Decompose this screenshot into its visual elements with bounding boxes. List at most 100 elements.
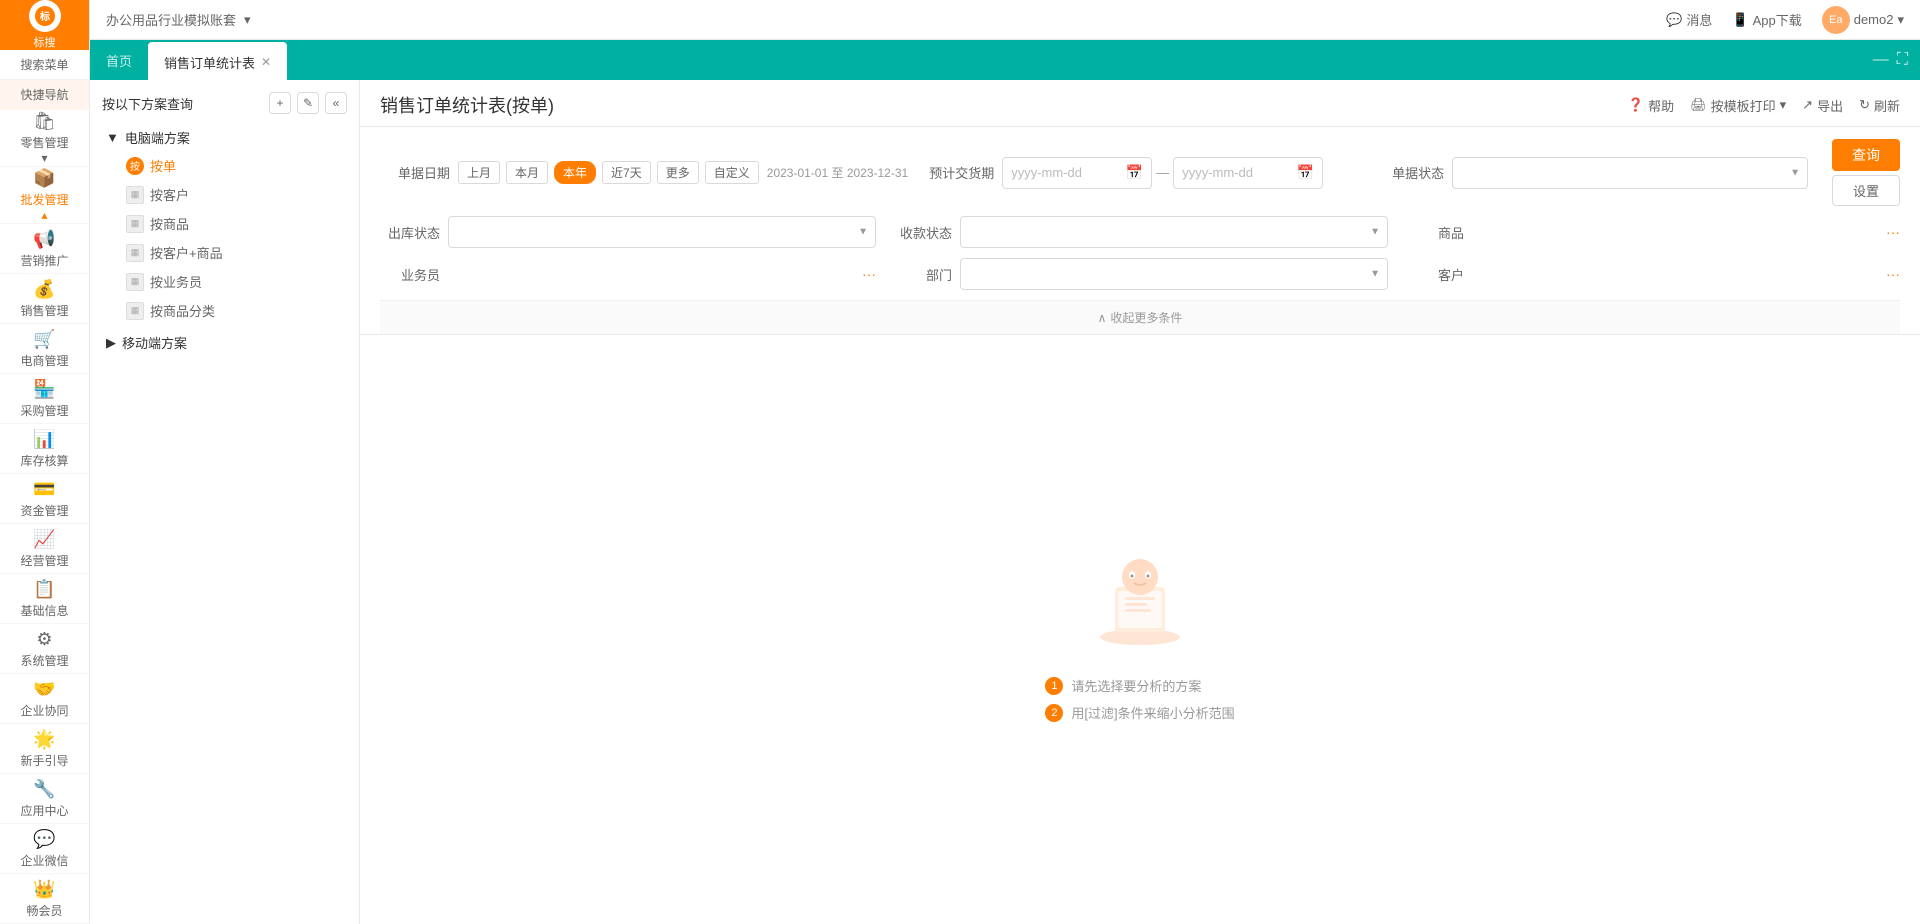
quick-nav[interactable]: 快捷导航 (0, 80, 90, 110)
sidebar: 标 标搜 搜索菜单 快捷导航 🛍 零售管理 ▾ 📦 批发管理 ▴ 📢 营销推广 … (0, 0, 90, 924)
sidebar-item-sales[interactable]: 💰 销售管理 (0, 274, 90, 324)
left-panel-title: 按以下方案查询 (102, 94, 193, 113)
query-btn[interactable]: 查询 (1832, 139, 1900, 171)
refresh-btn[interactable]: ↻ 刷新 (1859, 96, 1900, 115)
tree-item-by-order-label: 按单 (150, 156, 176, 175)
tab-sales-stats[interactable]: 销售订单统计表 ✕ (148, 42, 287, 82)
export-icon: ↗ (1802, 97, 1813, 113)
salesman-dots-btn[interactable]: ··· (862, 266, 876, 282)
help-label: 帮助 (1648, 96, 1674, 115)
sidebar-item-basic[interactable]: 📋 基础信息 (0, 574, 90, 624)
logo-text: 标搜 (34, 34, 56, 50)
tree-item-by-product[interactable]: ▦ 按商品 (118, 209, 351, 238)
expected-end-input[interactable]: yyyy-mm-dd 📅 (1173, 157, 1323, 189)
help-btn[interactable]: ❓ 帮助 (1628, 96, 1674, 115)
filter-row-1: 单据日期 上月 本月 本年 近7天 更多 自定义 2023-01-01 至 20… (380, 139, 1900, 206)
calendar-start-icon: 📅 (1126, 164, 1143, 181)
sidebar-item-marketing[interactable]: 📢 营销推广 (0, 224, 90, 274)
dept-field: 部门 (892, 258, 1388, 290)
inventory-icon: 📊 (33, 429, 55, 450)
payment-status-field: 收款状态 (892, 216, 1388, 248)
wholesale-icon: 📦 (33, 168, 55, 189)
sidebar-item-wholesale[interactable]: 📦 批发管理 ▴ (0, 167, 90, 224)
empty-tips: 1 请先选择要分析的方案 2 用[过滤]条件来缩小分析范围 (1045, 676, 1234, 722)
tab-home[interactable]: 首页 (90, 40, 148, 80)
ecommerce-icon: 🛒 (33, 329, 55, 350)
ship-status-wrapper (448, 216, 876, 248)
tab-minimize-btn[interactable]: — (1873, 51, 1889, 69)
print-btn[interactable]: 🖨 按模板打印 ▾ (1690, 96, 1786, 115)
app-download-btn[interactable]: 📱 App下载 (1732, 10, 1801, 29)
order-status-label: 单据状态 (1374, 163, 1444, 182)
add-scheme-btn[interactable]: + (269, 92, 291, 114)
avatar: Ea (1822, 6, 1850, 34)
salesman-field: 业务员 ··· (380, 265, 876, 284)
print-label: 按模板打印 (1711, 96, 1776, 115)
system-icon: ⚙ (36, 629, 52, 650)
payment-status-select[interactable] (960, 216, 1388, 248)
tree-section-pc[interactable]: ▼ 电脑端方案 (98, 124, 351, 151)
sidebar-item-ecommerce[interactable]: 🛒 电商管理 (0, 324, 90, 374)
date-btn-this-month[interactable]: 本月 (506, 161, 548, 184)
sidebar-item-guide[interactable]: 🌟 新手引导 (0, 724, 90, 774)
date-btn-this-year[interactable]: 本年 (554, 161, 596, 184)
tab-maximize-btn[interactable]: ⛶ (1897, 51, 1908, 69)
tab-close-icon[interactable]: ✕ (261, 55, 271, 69)
sidebar-item-apps[interactable]: 🔧 应用中心 (0, 774, 90, 824)
filter-container: 单据日期 上月 本月 本年 近7天 更多 自定义 2023-01-01 至 20… (360, 127, 1920, 335)
tree-item-by-order[interactable]: 按 按单 (118, 151, 351, 180)
tree-item-by-category[interactable]: ▦ 按商品分类 (118, 296, 351, 325)
dept-select[interactable] (960, 258, 1388, 290)
message-icon: 💬 (1666, 12, 1682, 28)
sidebar-item-inventory[interactable]: 📊 库存核算 (0, 424, 90, 474)
collapse-panel-btn[interactable]: « (325, 92, 347, 114)
retail-icon: 🛍 (33, 111, 56, 132)
messages-btn[interactable]: 💬 消息 (1666, 10, 1712, 29)
topbar-dropdown[interactable]: ▾ (244, 12, 251, 28)
scheme-icon-by-cust-prod: ▦ (126, 244, 144, 262)
tree-item-by-salesman[interactable]: ▦ 按业务员 (118, 267, 351, 296)
export-btn[interactable]: ↗ 导出 (1802, 96, 1843, 115)
settings-btn[interactable]: 设置 (1832, 175, 1900, 206)
wechat-icon: 💬 (33, 829, 55, 850)
refresh-label: 刷新 (1874, 96, 1900, 115)
tip-text-2: 用[过滤]条件来缩小分析范围 (1071, 703, 1234, 722)
tree-item-by-customer[interactable]: ▦ 按客户 (118, 180, 351, 209)
empty-tip-2: 2 用[过滤]条件来缩小分析范围 (1045, 703, 1234, 722)
sidebar-item-purchase[interactable]: 🏪 采购管理 (0, 374, 90, 424)
tree-item-by-product-label: 按商品 (150, 214, 189, 233)
collapse-label: 收起更多条件 (1110, 309, 1182, 326)
date-btn-7days[interactable]: 近7天 (602, 161, 651, 184)
search-menu[interactable]: 搜索菜单 (0, 50, 90, 80)
user-area[interactable]: Ea demo2 ▾ (1822, 6, 1904, 34)
sidebar-item-wechat[interactable]: 💬 企业微信 (0, 824, 90, 874)
customer-dots-btn[interactable]: ··· (1886, 266, 1900, 282)
goods-dots-btn[interactable]: ··· (1886, 224, 1900, 240)
topbar-title: 办公用品行业模拟账套 (106, 10, 236, 29)
tree-section-mobile[interactable]: ▶ 移动端方案 (98, 329, 351, 356)
collapse-bar[interactable]: ∧ 收起更多条件 (380, 300, 1900, 334)
payment-status-wrapper (960, 216, 1388, 248)
date-btn-more[interactable]: 更多 (657, 161, 699, 184)
tree-item-by-cust-prod[interactable]: ▦ 按客户+商品 (118, 238, 351, 267)
empty-state: 1 请先选择要分析的方案 2 用[过滤]条件来缩小分析范围 (360, 335, 1920, 924)
sidebar-item-retail[interactable]: 🛍 零售管理 ▾ (0, 110, 90, 167)
tree-item-by-salesman-label: 按业务员 (150, 272, 202, 291)
date-btn-custom[interactable]: 自定义 (705, 161, 759, 184)
filter-row-3: 业务员 ··· 部门 客户 (380, 258, 1900, 290)
date-btn-last-month[interactable]: 上月 (458, 161, 500, 184)
query-buttons: 查询 设置 (1832, 139, 1900, 206)
scheme-icon-by-customer: ▦ (126, 186, 144, 204)
topbar-right: 💬 消息 📱 App下载 Ea demo2 ▾ (1666, 6, 1904, 34)
tab-home-label: 首页 (106, 51, 132, 70)
sidebar-item-finance[interactable]: 💳 资金管理 (0, 474, 90, 524)
sidebar-item-member[interactable]: 👑 畅会员 (0, 874, 90, 924)
sidebar-item-operation[interactable]: 📈 经营管理 (0, 524, 90, 574)
sidebar-item-system[interactable]: ⚙ 系统管理 (0, 624, 90, 674)
sidebar-item-enterprise[interactable]: 🤝 企业协同 (0, 674, 90, 724)
edit-scheme-btn[interactable]: ✎ (297, 92, 319, 114)
order-status-select[interactable] (1452, 157, 1808, 189)
ship-status-select[interactable] (448, 216, 876, 248)
expected-start-input[interactable]: yyyy-mm-dd 📅 (1002, 157, 1152, 189)
tree-children-pc: 按 按单 ▦ 按客户 ▦ 按商品 ▦ 按客户+商品 ▦ 按业务员 (98, 151, 351, 325)
